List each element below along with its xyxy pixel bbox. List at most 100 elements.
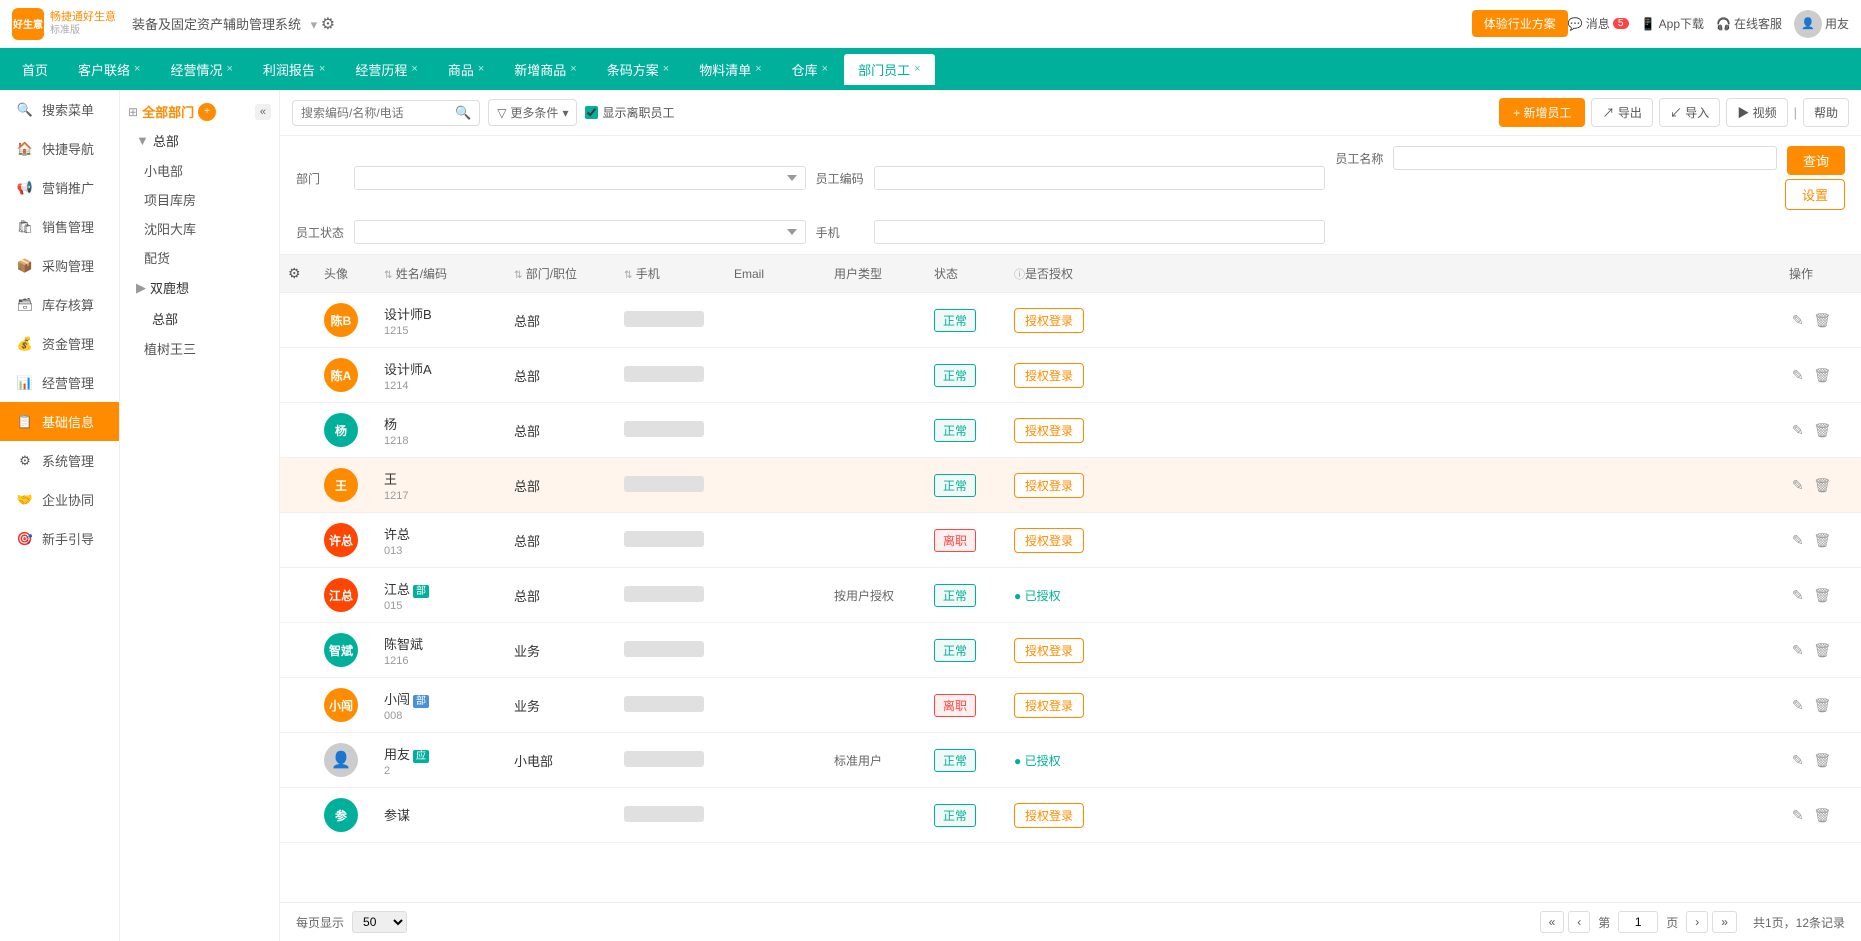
auth-login-btn[interactable]: 授权登录: [1014, 308, 1084, 333]
auth-login-btn[interactable]: 授权登录: [1014, 803, 1084, 828]
sidebar-item-quicknav[interactable]: 🏠 快捷导航: [0, 129, 119, 168]
message-link[interactable]: 💬 消息 5: [1568, 15, 1629, 32]
dept-sub-zhishu[interactable]: 植树王三: [120, 334, 279, 363]
sidebar-item-management[interactable]: 📊 经营管理: [0, 363, 119, 402]
sidebar-item-marketing[interactable]: 📢 营销推广: [0, 168, 119, 207]
delete-icon[interactable]: 🗑: [1813, 697, 1831, 713]
query-btn[interactable]: 查询: [1787, 146, 1845, 175]
close-icon[interactable]: ×: [822, 63, 828, 75]
delete-icon[interactable]: 🗑: [1813, 752, 1831, 768]
auth-login-btn[interactable]: 授权登录: [1014, 363, 1084, 388]
tab-add-goods[interactable]: 新增商品 ×: [500, 54, 590, 85]
user-info[interactable]: 👤 用友: [1794, 10, 1849, 38]
sidebar-item-search[interactable]: 🔍 搜索菜单: [0, 90, 119, 129]
edit-icon[interactable]: ✎: [1792, 587, 1804, 603]
close-icon[interactable]: ×: [226, 63, 232, 75]
edit-icon[interactable]: ✎: [1792, 697, 1804, 713]
close-icon[interactable]: ×: [755, 63, 761, 75]
settings-icon[interactable]: ⚙: [288, 265, 301, 281]
per-page-select[interactable]: 50 100 200: [352, 911, 407, 933]
edit-icon[interactable]: ✎: [1792, 642, 1804, 658]
edit-icon[interactable]: ✎: [1792, 752, 1804, 768]
dept-item-head-office[interactable]: ▼ 总部: [120, 125, 279, 156]
edit-icon[interactable]: ✎: [1792, 477, 1804, 493]
dept-sub-project[interactable]: 项目库房: [120, 185, 279, 214]
dept-sub-distribution[interactable]: 配货: [120, 243, 279, 272]
close-icon[interactable]: ×: [411, 63, 417, 75]
dept-filter-select[interactable]: [354, 166, 806, 190]
tab-goods[interactable]: 商品 ×: [434, 54, 498, 85]
sidebar-item-finance[interactable]: 💰 资金管理: [0, 324, 119, 363]
dept-sub-shenyang[interactable]: 沈阳大库: [120, 214, 279, 243]
tab-barcode[interactable]: 条码方案 ×: [593, 54, 683, 85]
sidebar-item-system[interactable]: ⚙ 系统管理: [0, 441, 119, 480]
sidebar-item-collab[interactable]: 🤝 企业协同: [0, 480, 119, 519]
tab-warehouse[interactable]: 仓库 ×: [778, 54, 842, 85]
search-input[interactable]: [301, 106, 451, 120]
tab-history[interactable]: 经营历程 ×: [341, 54, 431, 85]
auth-login-btn[interactable]: 授权登录: [1014, 473, 1084, 498]
last-page-btn[interactable]: »: [1712, 911, 1737, 933]
view-btn[interactable]: ▶ 视频: [1726, 98, 1787, 127]
dept-add-icon[interactable]: +: [198, 103, 216, 121]
emp-status-select[interactable]: [354, 220, 806, 244]
auth-login-btn[interactable]: 授权登录: [1014, 418, 1084, 443]
set-btn[interactable]: 设置: [1785, 179, 1845, 210]
delete-icon[interactable]: 🗑: [1813, 642, 1831, 658]
dept-item-zongbu[interactable]: 总部: [120, 303, 279, 334]
app-download-link[interactable]: 📱 App下载: [1641, 15, 1704, 32]
tab-bom[interactable]: 物料清单 ×: [685, 54, 775, 85]
prev-page-btn[interactable]: ‹: [1568, 911, 1590, 933]
dept-sub-xiaodian[interactable]: 小电部: [120, 156, 279, 185]
close-icon[interactable]: ×: [478, 63, 484, 75]
sidebar-item-purchase[interactable]: 📦 采购管理: [0, 246, 119, 285]
dropdown-icon[interactable]: ▾: [311, 17, 318, 32]
trial-btn[interactable]: 体验行业方案: [1472, 10, 1568, 37]
sort-icon-phone[interactable]: ⇅: [624, 270, 632, 281]
auth-login-btn[interactable]: 授权登录: [1014, 528, 1084, 553]
emp-name-input[interactable]: [1393, 146, 1777, 170]
delete-icon[interactable]: 🗑: [1813, 807, 1831, 823]
help-btn[interactable]: 帮助: [1803, 98, 1849, 127]
page-input[interactable]: [1618, 911, 1658, 933]
tab-dept-staff[interactable]: 部门员工 ×: [844, 54, 934, 85]
close-icon[interactable]: ×: [663, 63, 669, 75]
close-icon[interactable]: ×: [319, 63, 325, 75]
delete-icon[interactable]: 🗑: [1813, 587, 1831, 603]
delete-icon[interactable]: 🗑: [1813, 312, 1831, 328]
first-page-btn[interactable]: «: [1540, 911, 1565, 933]
sidebar-item-inventory[interactable]: 🗃 库存核算: [0, 285, 119, 324]
delete-icon[interactable]: 🗑: [1813, 422, 1831, 438]
auth-login-btn[interactable]: 授权登录: [1014, 693, 1084, 718]
online-service-link[interactable]: 🎧 在线客服: [1716, 15, 1782, 32]
edit-icon[interactable]: ✎: [1792, 367, 1804, 383]
show-resigned-checkbox[interactable]: [585, 106, 598, 119]
auth-login-btn[interactable]: 授权登录: [1014, 638, 1084, 663]
edit-icon[interactable]: ✎: [1792, 807, 1804, 823]
edit-icon[interactable]: ✎: [1792, 532, 1804, 548]
delete-icon[interactable]: 🗑: [1813, 532, 1831, 548]
collapse-tree-btn[interactable]: «: [255, 104, 271, 120]
gear-button[interactable]: ⚙: [321, 14, 335, 34]
add-employee-btn[interactable]: + 新增员工: [1499, 98, 1585, 127]
import-btn[interactable]: ↙ 导入: [1659, 98, 1720, 127]
next-page-btn[interactable]: ›: [1686, 911, 1708, 933]
phone-input[interactable]: [874, 220, 1326, 244]
emp-code-input[interactable]: [874, 166, 1326, 190]
delete-icon[interactable]: 🗑: [1813, 367, 1831, 383]
sidebar-item-basic-info[interactable]: 📋 基础信息: [0, 402, 119, 441]
delete-icon[interactable]: 🗑: [1813, 477, 1831, 493]
tab-operations[interactable]: 经营情况 ×: [156, 54, 246, 85]
edit-icon[interactable]: ✎: [1792, 422, 1804, 438]
dept-item-shuanglu[interactable]: ▶ 双鹿想: [120, 272, 279, 303]
edit-icon[interactable]: ✎: [1792, 312, 1804, 328]
more-filter-btn[interactable]: ▽ 更多条件 ▾: [488, 99, 577, 126]
sidebar-item-guide[interactable]: 🎯 新手引导: [0, 519, 119, 558]
sort-icon[interactable]: ⇅: [384, 270, 392, 281]
export-btn[interactable]: ↗ 导出: [1591, 98, 1652, 127]
close-icon[interactable]: ×: [570, 63, 576, 75]
close-icon[interactable]: ×: [914, 63, 920, 75]
sidebar-item-sales[interactable]: 🛍 销售管理: [0, 207, 119, 246]
sort-icon-dept[interactable]: ⇅: [514, 270, 522, 281]
tab-home[interactable]: 首页: [8, 54, 62, 85]
